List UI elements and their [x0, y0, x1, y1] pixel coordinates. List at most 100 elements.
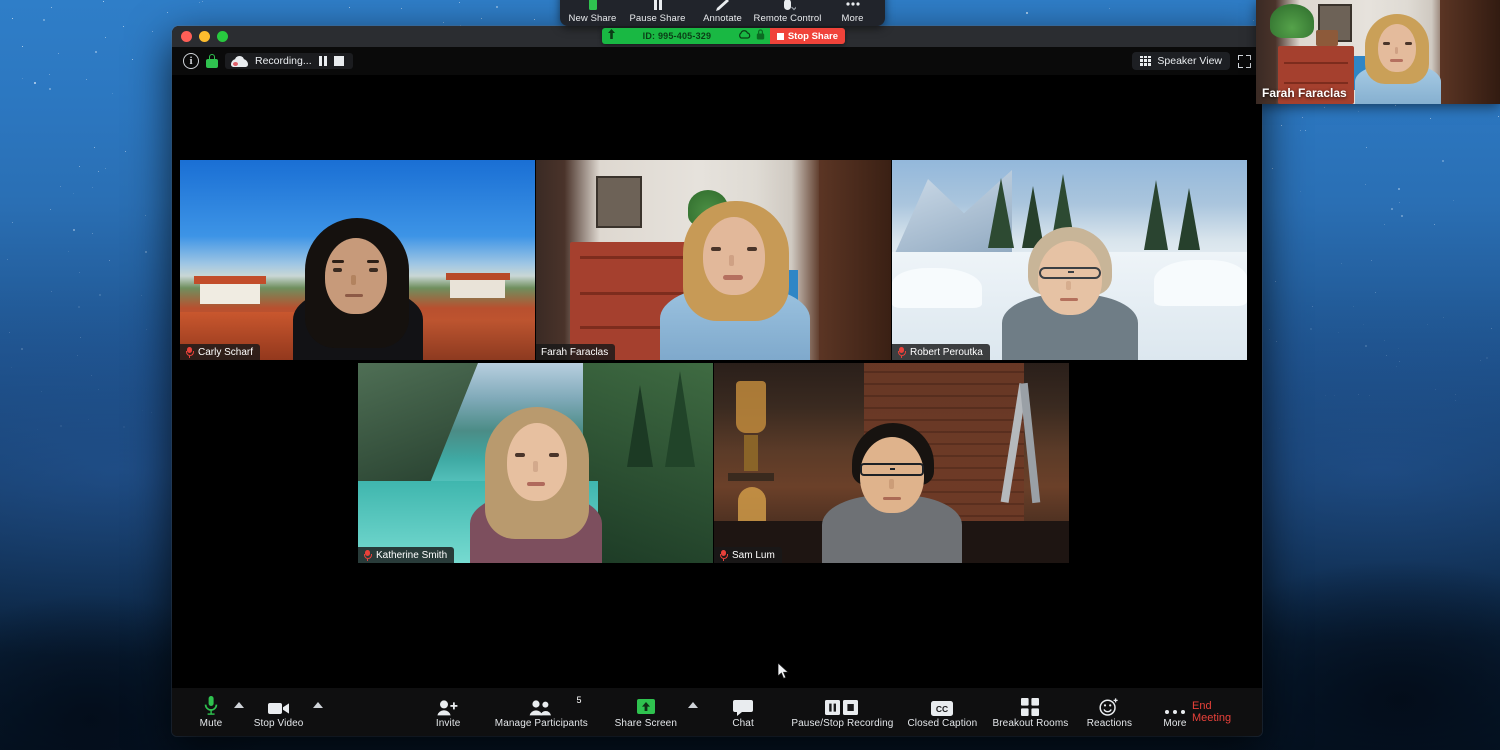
stop-video-button[interactable]: Stop Video [253, 696, 304, 729]
share-toolbar-new-share-label: New Share [568, 13, 617, 24]
lock-icon[interactable] [206, 54, 218, 68]
share-toolbar-new-share[interactable]: New Share [562, 0, 624, 24]
mouse-pointer-icon [777, 662, 790, 685]
microphone-icon [204, 695, 218, 716]
share-toolbar-annotate-label: Annotate [703, 13, 742, 24]
video-tile-robert-peroutka[interactable]: Robert Peroutka [892, 160, 1247, 360]
share-toolbar-remote-control-label: Remote Control [753, 13, 822, 24]
share-meeting-id: ID: 995-405-329 [642, 31, 712, 41]
share-status-green: ID: 995-405-329 [602, 28, 770, 44]
closed-caption-button[interactable]: CC Closed Caption [907, 696, 977, 729]
pause-share-icon [651, 0, 665, 12]
video-grid: Carly Scharf Farah Faraclas Robert Perou… [172, 75, 1262, 688]
selfview-thumbnail[interactable]: Farah Faraclas [1256, 0, 1500, 104]
breakout-rooms-icon [1021, 696, 1040, 716]
share-toolbar-pause-share[interactable]: Pause Share [627, 0, 689, 24]
mute-label: Mute [199, 717, 223, 729]
pause-stop-recording-label: Pause/Stop Recording [791, 717, 894, 729]
reactions-smiley-icon [1099, 696, 1119, 716]
lock-icon [756, 28, 765, 44]
recording-indicator: Recording... [225, 53, 354, 69]
share-toolbar-more[interactable]: More [822, 0, 884, 24]
selfview-name: Farah Faraclas [1262, 86, 1347, 100]
pause-stop-recording-button[interactable]: Pause/Stop Recording [791, 696, 893, 729]
mute-button[interactable]: Mute [194, 695, 228, 729]
stop-recording-button[interactable] [334, 56, 345, 66]
more-button[interactable]: More [1158, 696, 1192, 729]
window-minimize-button[interactable] [199, 31, 210, 42]
more-ellipsis-icon [1164, 696, 1186, 716]
share-toolbar-annotate[interactable]: Annotate [692, 0, 754, 24]
zoom-meeting-window: i Recording... Speaker View Carly Scharf… [172, 26, 1262, 736]
meeting-header-right: Speaker View [1132, 52, 1251, 70]
manage-participants-label: Manage Participants [494, 717, 588, 729]
chat-button[interactable]: Chat [726, 696, 760, 729]
end-meeting-button[interactable]: End Meeting [1192, 700, 1248, 724]
share-arrow-icon [607, 28, 616, 44]
participant-name: Robert Peroutka [910, 346, 983, 358]
video-tile-katherine-smith[interactable]: Katherine Smith [358, 363, 713, 563]
video-options-caret-icon[interactable] [313, 702, 324, 708]
share-screen-label: Share Screen [614, 717, 677, 729]
pause-recording-button[interactable] [318, 56, 328, 66]
manage-participants-button[interactable]: 5 Manage Participants [495, 694, 588, 729]
grid-view-icon [1140, 56, 1152, 66]
participant-name-bar: Carly Scharf [180, 344, 261, 360]
video-tile-sam-lum[interactable]: Sam Lum [714, 363, 1069, 563]
invite-label: Invite [435, 717, 461, 729]
stop-share-button[interactable]: Stop Share [769, 28, 845, 44]
share-screen-button[interactable]: Share Screen [614, 696, 677, 729]
breakout-rooms-label: Breakout Rooms [992, 717, 1069, 729]
stop-square-icon [776, 32, 784, 40]
new-share-icon [585, 0, 601, 12]
mic-muted-icon [897, 346, 906, 358]
remote-control-mouse-icon [780, 0, 796, 12]
participant-name: Farah Faraclas [541, 346, 609, 358]
reactions-button[interactable]: Reactions [1087, 696, 1132, 729]
invite-person-add-icon [437, 696, 459, 716]
closed-caption-label: Closed Caption [907, 717, 978, 729]
mic-muted-icon [363, 549, 372, 561]
cloud-recording-icon [231, 55, 248, 67]
video-camera-icon [267, 696, 290, 716]
share-toolbar-remote-control[interactable]: Remote Control [753, 0, 822, 24]
more-label: More [1163, 717, 1187, 729]
closed-caption-icon: CC [931, 696, 954, 716]
more-ellipsis-icon [845, 0, 861, 12]
breakout-rooms-button[interactable]: Breakout Rooms [992, 696, 1068, 729]
meeting-header: i Recording... Speaker View [172, 47, 1262, 75]
annotate-pen-icon [715, 0, 730, 12]
chat-label: Chat [732, 717, 754, 729]
video-tile-farah-faraclas[interactable]: Farah Faraclas [536, 160, 891, 360]
cloud-icon [738, 28, 751, 44]
recording-label: Recording... [255, 55, 312, 67]
mic-muted-icon [719, 549, 728, 561]
meeting-controls-bar: Mute Stop Video Invite 5 Manage Particip… [172, 688, 1262, 736]
participant-name-bar: Robert Peroutka [892, 344, 990, 360]
share-toolbar-pause-share-label: Pause Share [629, 13, 686, 24]
participants-icon [529, 696, 553, 716]
participant-name-bar: Farah Faraclas [536, 344, 616, 360]
info-icon[interactable]: i [183, 53, 199, 69]
speaker-view-label: Speaker View [1157, 55, 1222, 67]
enter-fullscreen-icon[interactable] [1238, 54, 1251, 68]
speaker-view-button[interactable]: Speaker View [1132, 52, 1230, 70]
mute-options-caret-icon[interactable] [234, 702, 244, 708]
participant-name-bar: Sam Lum [714, 547, 782, 563]
pause-stop-record-icon [825, 696, 859, 716]
participant-name-bar: Katherine Smith [358, 547, 455, 563]
share-status-bar: ID: 995-405-329 Stop Share [602, 28, 845, 44]
window-zoom-button[interactable] [217, 31, 228, 42]
participants-count-badge: 5 [576, 694, 582, 705]
mic-muted-icon [185, 346, 194, 358]
meeting-header-left: i Recording... [183, 53, 354, 69]
svg-text:CC: CC [936, 704, 948, 714]
share-screen-icon [634, 696, 658, 716]
stop-video-label: Stop Video [253, 717, 304, 729]
window-close-button[interactable] [181, 31, 192, 42]
chat-bubble-icon [733, 696, 754, 716]
share-toolbar-more-label: More [841, 13, 864, 24]
invite-button[interactable]: Invite [431, 696, 465, 729]
video-tile-carly-scharf[interactable]: Carly Scharf [180, 160, 535, 360]
share-options-caret-icon[interactable] [688, 702, 699, 708]
